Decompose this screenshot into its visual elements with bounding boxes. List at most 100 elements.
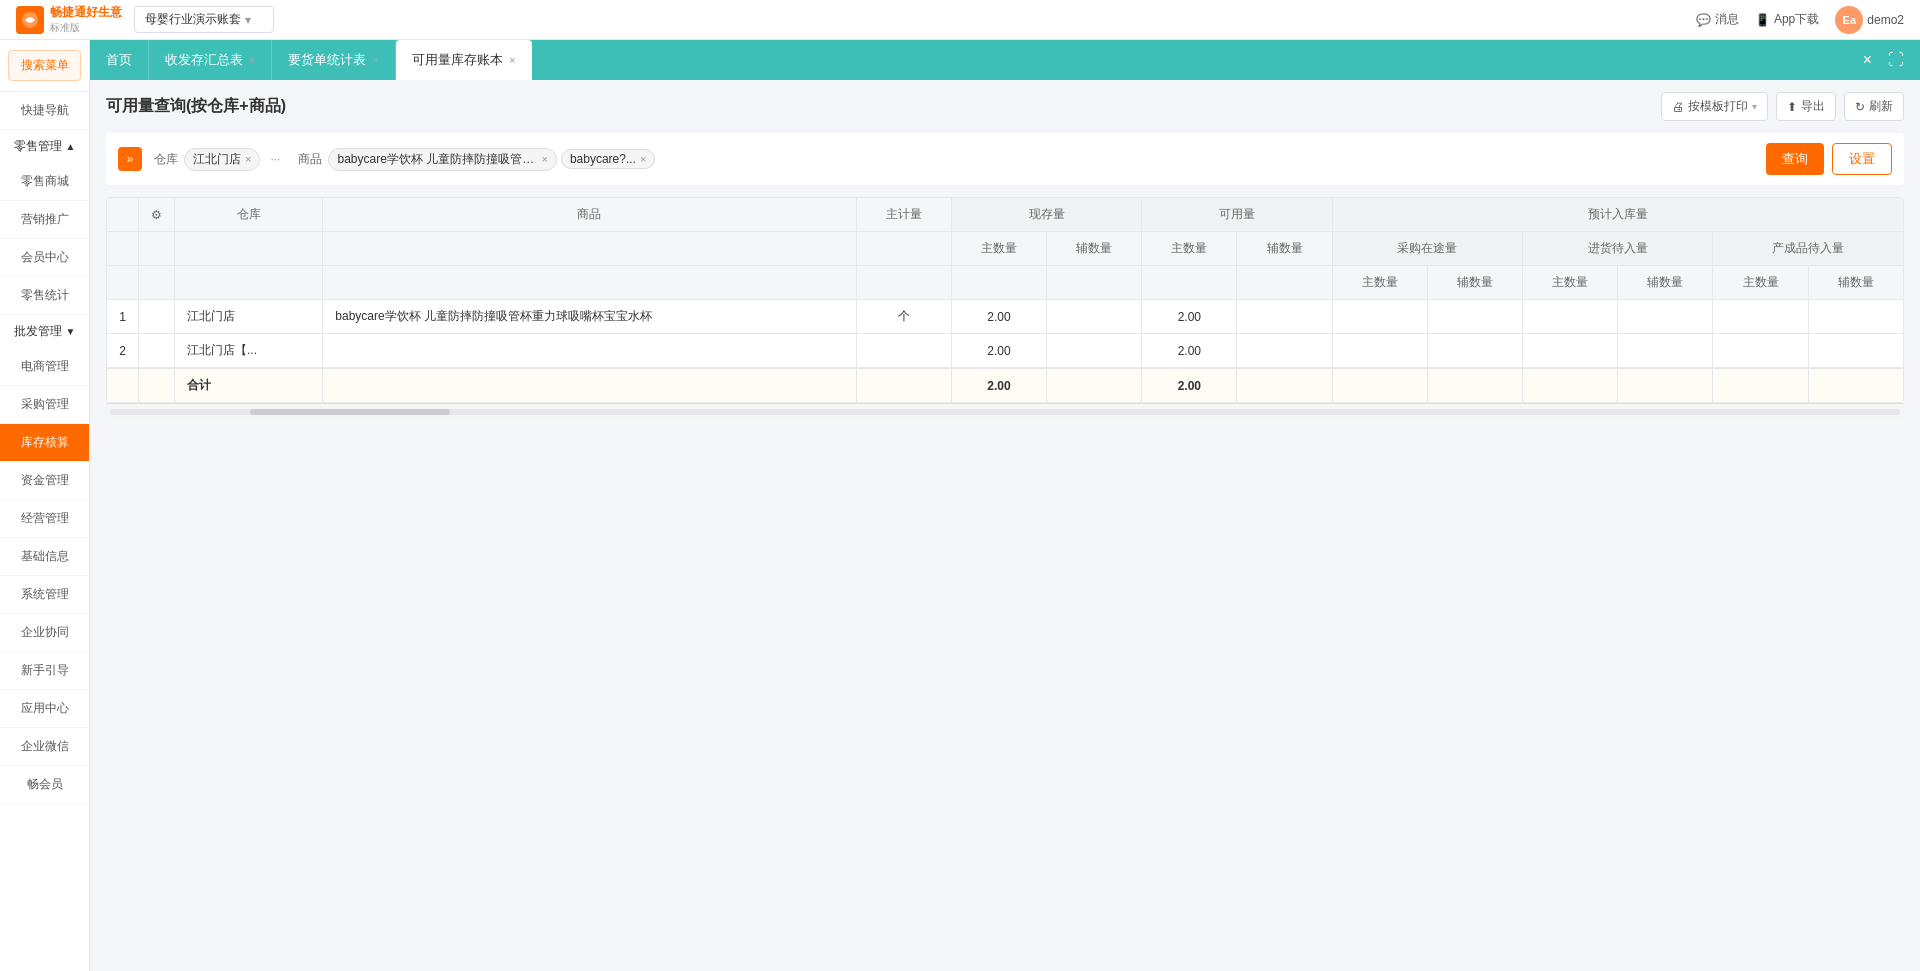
- tab-close-ledger[interactable]: ×: [509, 54, 515, 66]
- footer-avail-main: 2.00: [1142, 368, 1237, 403]
- td-stock-main-2: 2.00: [951, 334, 1046, 369]
- horizontal-scrollbar[interactable]: [106, 403, 1904, 419]
- filter-expand-btn[interactable]: »: [118, 147, 142, 171]
- td-stock-aux-2: [1047, 334, 1142, 369]
- tab-available-ledger[interactable]: 可用量库存账本 ×: [396, 40, 532, 80]
- sidebar-item-vip[interactable]: 畅会员: [0, 766, 89, 804]
- sidebar-item-wecom[interactable]: 企业微信: [0, 728, 89, 766]
- th-empty-8: [1142, 266, 1237, 300]
- product-tag-1[interactable]: babycare学饮杯 儿童防摔防撞吸管杯重力球吸嘴杯宝宝水杯 ×: [328, 148, 556, 171]
- close-all-tabs-btn[interactable]: ×: [1859, 49, 1876, 71]
- th-warehouse: 仓库: [175, 198, 323, 232]
- td-pp-main-2: [1713, 334, 1808, 369]
- sidebar-item-appstore[interactable]: 应用中心: [0, 690, 89, 728]
- print-icon: 🖨: [1672, 100, 1684, 114]
- sidebar-item-quick-nav[interactable]: 快捷导航: [0, 92, 89, 130]
- sidebar-item-ecommerce[interactable]: 电商管理: [0, 348, 89, 386]
- setting-btn[interactable]: 设置: [1832, 143, 1892, 175]
- sidebar-item-inventory[interactable]: 库存核算: [0, 424, 89, 462]
- footer-ip-aux: [1618, 368, 1713, 403]
- sidebar-item-wholesale[interactable]: 批发管理 ▼: [0, 315, 89, 348]
- footer-pt-aux: [1427, 368, 1522, 403]
- td-pp-aux-2: [1808, 334, 1903, 369]
- footer-avail-aux: [1237, 368, 1332, 403]
- td-avail-main-1: 2.00: [1142, 300, 1237, 334]
- logo: 畅捷通好生意 标准版: [16, 4, 122, 35]
- sidebar-item-finance[interactable]: 资金管理: [0, 462, 89, 500]
- td-unit-1: 个: [856, 300, 951, 334]
- filter-bar: » 仓库 江北门店 × ··· 商品 babycare: [106, 133, 1904, 185]
- sidebar-item-retail-mall[interactable]: 零售商城: [0, 163, 89, 201]
- refresh-icon: ↻: [1855, 100, 1865, 114]
- footer-empty-1: [107, 368, 139, 403]
- th-empty-2: [139, 266, 175, 300]
- avatar: Ea: [1835, 6, 1863, 34]
- tab-close-receipt[interactable]: ×: [249, 54, 255, 66]
- th-empty-4: [323, 266, 856, 300]
- search-menu-btn[interactable]: 搜索菜单: [8, 50, 81, 81]
- th-warehouse-sub: [175, 232, 323, 266]
- main-layout: 搜索菜单 快捷导航 零售管理 ▲ 零售商城 营销推广 会员中心 零售统计 批发管…: [0, 0, 1920, 971]
- th-product-sub: [323, 232, 856, 266]
- top-bar-left: 畅捷通好生意 标准版 母婴行业演示账套 ▾: [16, 4, 274, 35]
- sidebar-item-member[interactable]: 会员中心: [0, 239, 89, 277]
- sidebar-item-operation[interactable]: 经营管理: [0, 500, 89, 538]
- tab-receipt-summary[interactable]: 收发存汇总表 ×: [149, 40, 272, 80]
- th-settings-sub: [139, 232, 175, 266]
- th-production-main: 主数量: [1713, 266, 1808, 300]
- footer-empty-2: [139, 368, 175, 403]
- remove-product-tag-1-btn[interactable]: ×: [541, 153, 547, 165]
- warehouse-more-btn[interactable]: ···: [264, 150, 286, 168]
- page-actions: 🖨 按模板打印 ▾ ⬆ 导出 ↻ 刷新: [1661, 92, 1904, 121]
- th-purchase-transit-group: 采购在途量: [1332, 232, 1522, 266]
- print-template-btn[interactable]: 🖨 按模板打印 ▾: [1661, 92, 1768, 121]
- td-settings-1: [139, 300, 175, 334]
- footer-stock-aux: [1047, 368, 1142, 403]
- tab-close-order[interactable]: ×: [372, 54, 378, 66]
- sidebar-item-marketing[interactable]: 营销推广: [0, 201, 89, 239]
- industry-select[interactable]: 母婴行业演示账套 ▾: [134, 6, 274, 33]
- user-profile[interactable]: Ea demo2: [1835, 6, 1904, 34]
- th-inbound-main: 主数量: [1523, 266, 1618, 300]
- th-available-main: 主数量: [1142, 232, 1237, 266]
- export-btn[interactable]: ⬆ 导出: [1776, 92, 1836, 121]
- sidebar-item-basic[interactable]: 基础信息: [0, 538, 89, 576]
- td-pt-aux-2: [1427, 334, 1522, 369]
- footer-pt-main: [1332, 368, 1427, 403]
- sidebar-item-enterprise[interactable]: 企业协同: [0, 614, 89, 652]
- sidebar-item-retail[interactable]: 零售管理 ▲: [0, 130, 89, 163]
- sidebar-item-retail-stats[interactable]: 零售统计: [0, 277, 89, 315]
- th-settings[interactable]: ⚙: [139, 198, 175, 232]
- tab-order-stats[interactable]: 要货单统计表 ×: [272, 40, 395, 80]
- remove-warehouse-tag-btn[interactable]: ×: [245, 153, 251, 165]
- td-avail-main-2: 2.00: [1142, 334, 1237, 369]
- message-btn[interactable]: 💬 消息: [1696, 11, 1739, 28]
- fullscreen-btn[interactable]: ⛶: [1884, 49, 1908, 71]
- th-purchase-aux: 辅数量: [1427, 266, 1522, 300]
- warehouse-tag-1[interactable]: 江北门店 ×: [184, 148, 260, 171]
- query-btn[interactable]: 查询: [1766, 143, 1824, 175]
- footer-pp-aux: [1808, 368, 1903, 403]
- tab-bar: 首页 收发存汇总表 × 要货单统计表 × 可用量库存账本 × × ⛶: [90, 40, 1920, 80]
- sidebar-item-newbie[interactable]: 新手引导: [0, 652, 89, 690]
- td-unit-2: [856, 334, 951, 369]
- tab-bar-actions: × ⛶: [1847, 49, 1920, 71]
- th-stock-aux: 辅数量: [1047, 232, 1142, 266]
- td-warehouse-1: 江北门店: [175, 300, 323, 334]
- app-download-btn[interactable]: 📱 App下载: [1755, 11, 1819, 28]
- sidebar-item-system[interactable]: 系统管理: [0, 576, 89, 614]
- sidebar-search-area: 搜索菜单: [0, 40, 89, 92]
- tab-home[interactable]: 首页: [90, 40, 149, 80]
- export-icon: ⬆: [1787, 100, 1797, 114]
- remove-product-tag-2-btn[interactable]: ×: [640, 153, 646, 165]
- logo-icon: [16, 6, 44, 34]
- warehouse-filter: 仓库 江北门店 × ···: [154, 148, 286, 171]
- table-footer-row: 合计 2.00 2.00: [107, 368, 1904, 403]
- th-production-pending-group: 产成品待入量: [1713, 232, 1904, 266]
- th-main-unit-sub: [856, 232, 951, 266]
- table-row: 1 江北门店 babycare学饮杯 儿童防摔防撞吸管杯重力球吸嘴杯宝宝水杯 个…: [107, 300, 1904, 334]
- sidebar-item-purchase[interactable]: 采购管理: [0, 386, 89, 424]
- product-tag-2[interactable]: babycare?... ×: [561, 149, 655, 169]
- scroll-thumb[interactable]: [250, 409, 450, 415]
- refresh-btn[interactable]: ↻ 刷新: [1844, 92, 1904, 121]
